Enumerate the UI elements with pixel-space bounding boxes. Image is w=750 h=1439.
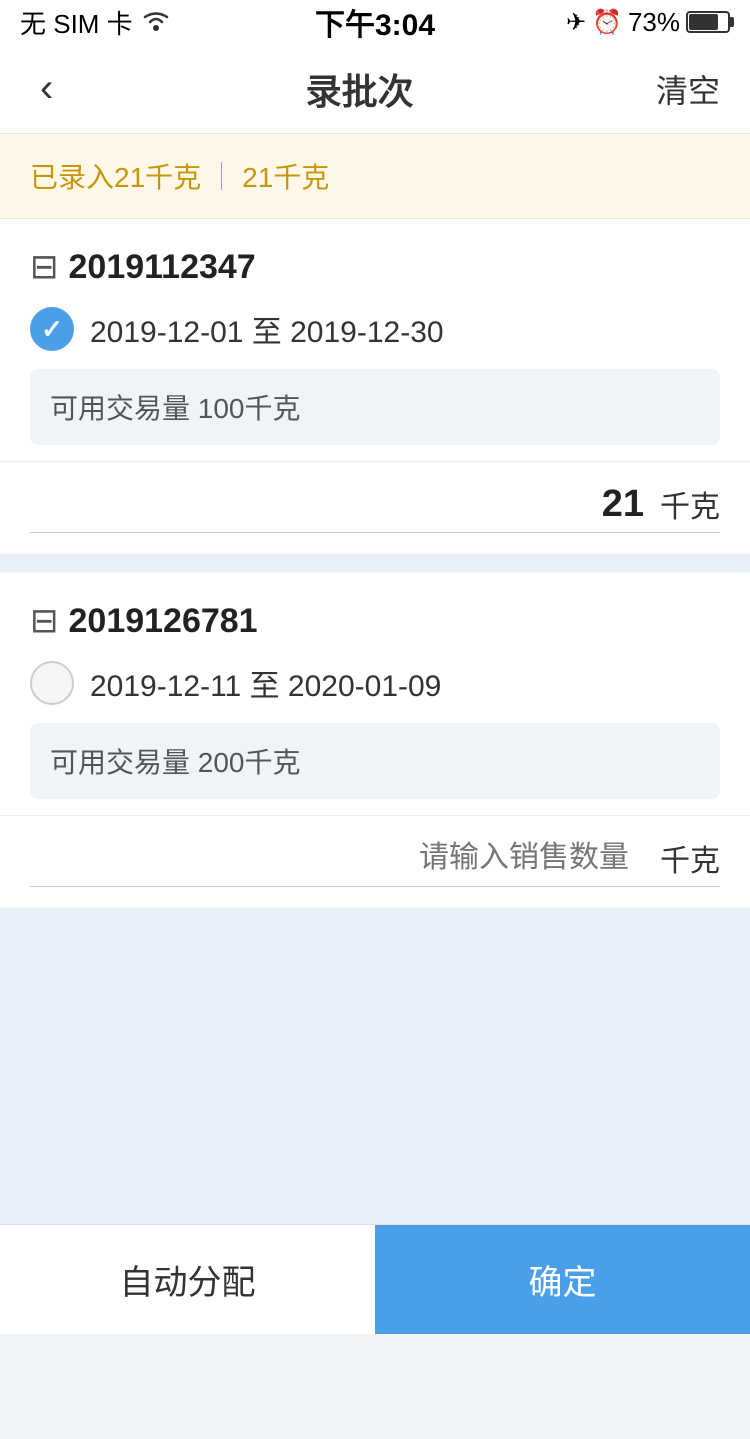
battery-icon <box>686 11 730 33</box>
carrier-text: 无 SIM 卡 <box>20 4 133 41</box>
summary-recorded-label: 已录入21千克 <box>30 156 201 196</box>
batch-id-2: 2019126781 <box>69 602 258 641</box>
batch-date-1: 2019-12-01 至 2019-12-30 <box>90 307 444 351</box>
section-divider-1 <box>0 555 750 571</box>
summary-amount-label: 21千克 <box>242 156 329 196</box>
batch-doc-icon-2: ⊟ <box>30 601 59 641</box>
batch-header-1: ⊟ 2019112347 <box>0 219 750 297</box>
page-title: 录批次 <box>306 63 414 115</box>
batch-date-2: 2019-12-11 至 2020-01-09 <box>90 661 441 705</box>
clear-button[interactable]: 清空 <box>656 66 720 112</box>
batch-date-row-2[interactable]: ✓ 2019-12-11 至 2020-01-09 <box>0 651 750 715</box>
checkmark-icon-1: ✓ <box>41 314 63 345</box>
status-time: 下午3:04 <box>315 0 435 44</box>
batch-doc-icon-1: ⊟ <box>30 247 59 287</box>
battery-percent: 73% <box>628 7 680 38</box>
alarm-icon: ⏰ <box>592 8 622 37</box>
back-button[interactable]: ‹ <box>30 56 63 121</box>
qty-input-2[interactable] <box>258 841 644 875</box>
confirm-button[interactable]: 确定 <box>375 1225 750 1334</box>
available-qty-1: 可用交易量 100千克 <box>30 369 720 445</box>
status-right: ✈ ⏰ 73% <box>566 7 730 38</box>
location-icon: ✈ <box>566 8 586 37</box>
radio-button-2[interactable]: ✓ <box>30 661 74 705</box>
batch-card-2: ⊟ 2019126781 ✓ 2019-12-11 至 2020-01-09 可… <box>0 573 750 907</box>
qty-row-1: 21 千克 <box>0 461 750 553</box>
summary-bar: 已录入21千克 21千克 <box>0 134 750 219</box>
auto-distribute-button[interactable]: 自动分配 <box>0 1225 375 1334</box>
batch-id-1: 2019112347 <box>69 248 256 287</box>
qty-unit-2: 千克 <box>660 836 720 880</box>
available-qty-2: 可用交易量 200千克 <box>30 723 720 799</box>
radio-button-1[interactable]: ✓ <box>30 307 74 351</box>
status-bar: 无 SIM 卡 下午3:04 ✈ ⏰ 73% <box>0 0 750 44</box>
qty-value-1: 21 <box>602 483 644 526</box>
batch-date-row-1[interactable]: ✓ 2019-12-01 至 2019-12-30 <box>0 297 750 361</box>
bottom-bar: 自动分配 确定 <box>0 1224 750 1334</box>
nav-bar: ‹ 录批次 清空 <box>0 44 750 134</box>
status-left: 无 SIM 卡 <box>20 4 171 41</box>
batch-header-2: ⊟ 2019126781 <box>0 573 750 651</box>
qty-unit-1: 千克 <box>660 482 720 526</box>
qty-row-2: 千克 <box>0 815 750 907</box>
summary-divider <box>221 162 222 190</box>
wifi-icon <box>141 7 171 38</box>
batch-card-1: ⊟ 2019112347 ✓ 2019-12-01 至 2019-12-30 可… <box>0 219 750 553</box>
